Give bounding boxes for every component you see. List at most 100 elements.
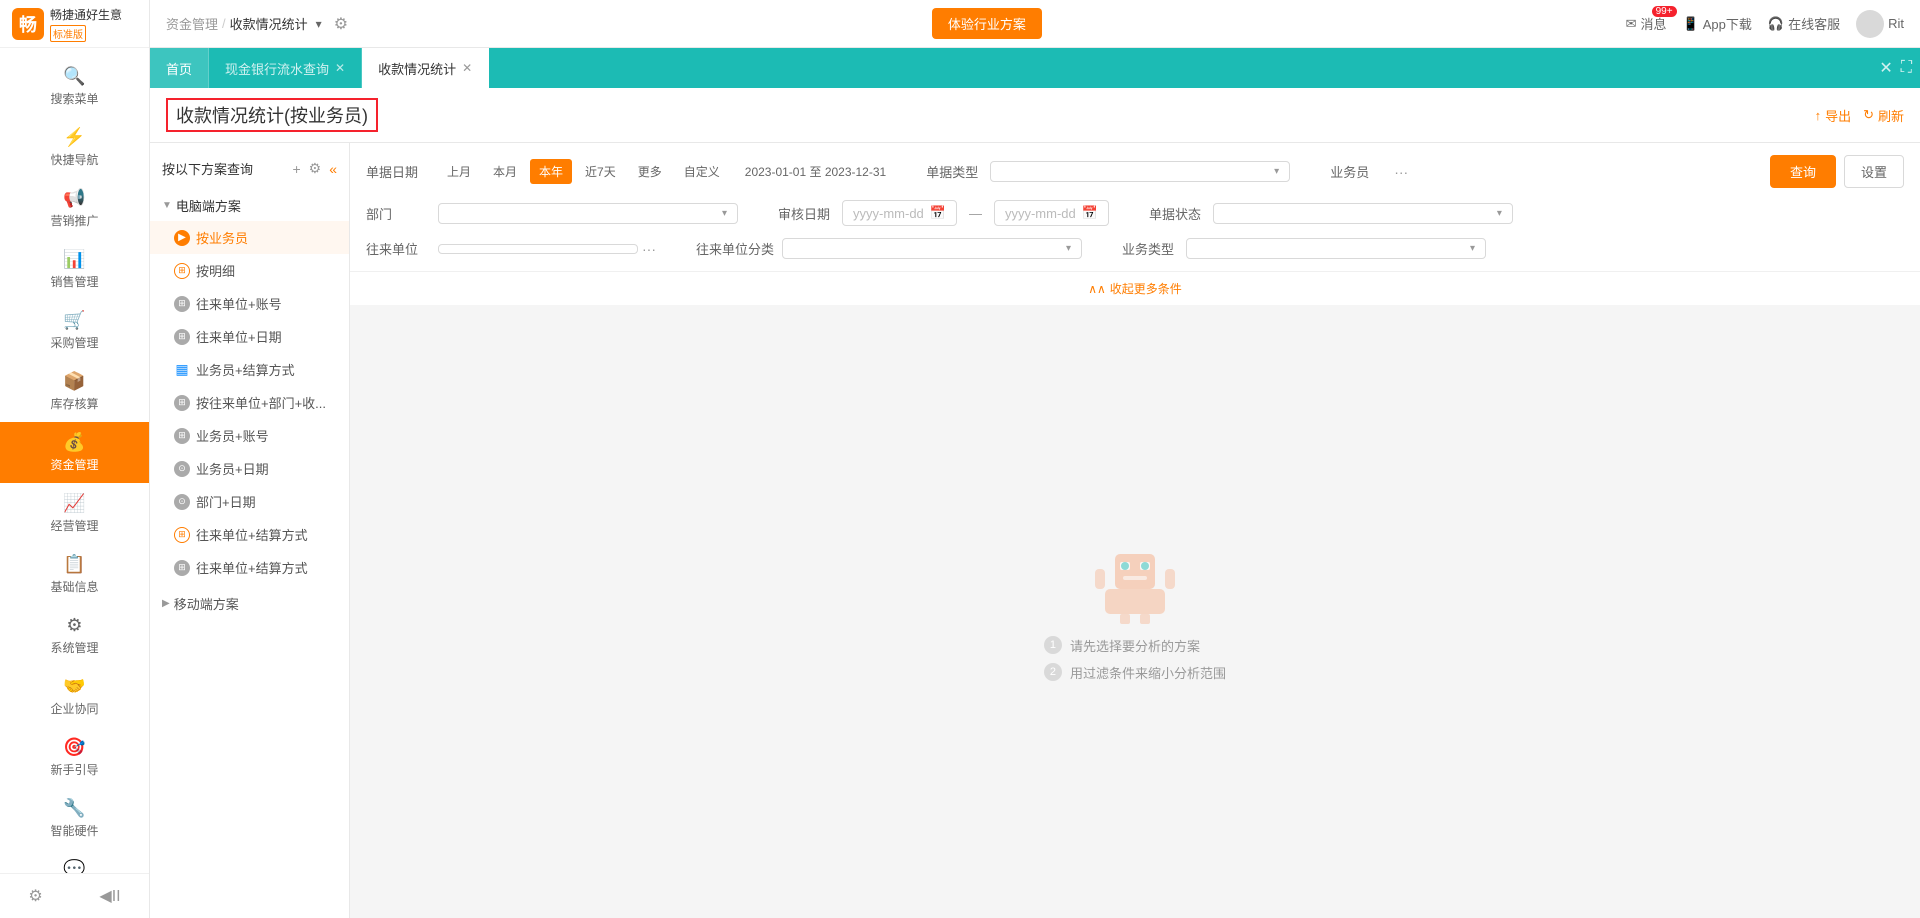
sidebar-item-sales[interactable]: 📊 销售管理 [0,239,149,300]
tree-item-by-staff[interactable]: ▶ 按业务员 [150,221,349,254]
sidebar: 畅 畅捷通好生意 标准版 🔍 搜索菜单 ⚡ 快捷导航 📢 营销推广 📊 销售管理… [0,0,150,918]
right-panel: 单据日期 上月 本月 本年 近7天 更多 自定义 2023-01-01 至 20… [350,143,1920,918]
tree-icon-staff-settle: ▦ [174,362,190,378]
footer-collapse-icon[interactable]: ◀II [99,886,120,906]
tree-item-staff-settle[interactable]: ▦ 业务员+结算方式 [150,353,349,386]
date-tab-last7[interactable]: 近7天 [576,159,625,184]
wechat-icon: 💬 [63,859,85,873]
tab-bank[interactable]: 现金银行流水查询 ✕ [209,48,362,88]
export-button[interactable]: ↑ 导出 [1815,106,1852,125]
header-gear-icon[interactable]: ⚙ [334,14,348,34]
hardware-icon: 🔧 [63,798,85,819]
sidebar-item-marketing[interactable]: 📢 营销推广 [0,178,149,239]
tab-bank-close-icon[interactable]: ✕ [335,61,345,75]
tree-label-partner-date: 往来单位+日期 [196,327,282,346]
panel-settings-icon[interactable]: ⚙ [309,160,322,177]
tree-item-staff-account[interactable]: ⊞ 业务员+账号 [150,419,349,452]
sidebar-item-hardware[interactable]: 🔧 智能硬件 [0,788,149,849]
user-area[interactable]: Rit [1856,10,1904,38]
collapse-bar[interactable]: ∧∧ 收起更多条件 [350,271,1920,305]
review-filter: 审核日期 yyyy-mm-dd 📅 — yyyy-mm-dd 📅 [778,200,1109,226]
sidebar-item-operation[interactable]: 📈 经营管理 [0,483,149,544]
staff-dots-icon[interactable]: ··· [1394,164,1408,180]
sidebar-label-system: 系统管理 [50,639,98,656]
sidebar-item-purchase[interactable]: 🛒 采购管理 [0,300,149,361]
sidebar-item-quick[interactable]: ⚡ 快捷导航 [0,117,149,178]
tree-item-partner-date[interactable]: ⊞ 往来单位+日期 [150,320,349,353]
sidebar-item-inventory[interactable]: 📦 库存核算 [0,361,149,422]
date-tab-this-month[interactable]: 本月 [484,159,526,184]
tree-item-partner-settle2[interactable]: ⊞ 往来单位+结算方式 [150,551,349,584]
tree-label-by-detail: 按明细 [196,261,235,280]
tree-label-unit-dept: 按往来单位+部门+收... [196,393,326,412]
logo-name: 畅捷通好生意 [50,6,122,23]
dept-label: 部门 [366,204,422,223]
message-button[interactable]: ✉ 消息 99+ [1626,14,1667,33]
sidebar-item-search[interactable]: 🔍 搜索菜单 [0,56,149,117]
partner-select[interactable] [438,244,638,254]
tree-item-partner-account[interactable]: ⊞ 往来单位+账号 [150,287,349,320]
finance-icon: 💰 [63,432,85,453]
tab-receipt-close-icon[interactable]: ✕ [462,61,472,75]
tree-label-partner-settle2: 往来单位+结算方式 [196,558,308,577]
sidebar-item-system[interactable]: ⚙ 系统管理 [0,605,149,666]
review-start-input[interactable]: yyyy-mm-dd 📅 [842,200,957,226]
tree-item-partner-settle1[interactable]: ⊞ 往来单位+结算方式 [150,518,349,551]
date-tab-custom[interactable]: 自定义 [675,159,729,184]
collapse-up-icon: ∧∧ [1088,282,1106,296]
panel-title: 按以下方案查询 [162,159,253,178]
date-tab-this-year[interactable]: 本年 [530,159,572,184]
inventory-icon: 📦 [63,371,85,392]
staff-input-area: ··· [1394,164,1408,180]
desktop-section-title[interactable]: ▼ 电脑端方案 [150,190,349,221]
dept-select[interactable]: ▾ [438,203,738,224]
panel-add-icon[interactable]: + [292,161,300,177]
date-tab-last-month[interactable]: 上月 [438,159,480,184]
tree-item-staff-date[interactable]: ⊙ 业务员+日期 [150,452,349,485]
partner-category-select[interactable]: ▾ [782,238,1082,259]
sidebar-item-corp[interactable]: 🤝 企业协同 [0,666,149,727]
tree-item-unit-dept[interactable]: ⊞ 按往来单位+部门+收... [150,386,349,419]
tree-item-dept-date[interactable]: ⊙ 部门+日期 [150,485,349,518]
calendar-start-icon: 📅 [930,205,946,221]
tree-label-partner-settle1: 往来单位+结算方式 [196,525,308,544]
category-select[interactable]: ▾ [990,161,1290,182]
tree-label-staff-settle: 业务员+结算方式 [196,360,295,379]
date-tab-more[interactable]: 更多 [629,159,671,184]
breadcrumb-text: 资金管理 [166,14,218,33]
tab-receipt-label: 收款情况统计 [378,59,456,78]
query-button[interactable]: 查询 [1770,155,1836,188]
header-left: 资金管理 / 收款情况统计 ▾ ⚙ [166,14,348,34]
app-download-button[interactable]: 📱 App下载 [1683,14,1752,33]
footer-settings-icon[interactable]: ⚙ [28,886,42,906]
refresh-button[interactable]: ↻ 刷新 [1863,106,1904,125]
marketing-icon: 📢 [63,188,85,209]
partner-label: 往来单位 [366,239,422,258]
settings-button[interactable]: 设置 [1844,155,1904,188]
logo-tag: 标准版 [50,25,86,42]
empty-step-1: 1 请先选择要分析的方案 [1044,636,1200,655]
biz-type-select[interactable]: ▾ [1186,238,1486,259]
sidebar-item-guide[interactable]: 🎯 新手引导 [0,727,149,788]
tab-home[interactable]: 首页 [150,48,209,88]
doc-status-chevron-icon: ▾ [1497,208,1502,219]
sidebar-item-basic[interactable]: 📋 基础信息 [0,544,149,605]
review-end-input[interactable]: yyyy-mm-dd 📅 [994,200,1109,226]
partner-dots-icon[interactable]: ··· [642,241,656,257]
user-avatar [1856,10,1884,38]
header-dropdown-icon[interactable]: ▾ [316,17,322,31]
tree-icon-staff-date: ⊙ [174,461,190,477]
mobile-section[interactable]: ▶ 移动端方案 [150,588,349,619]
doc-status-select[interactable]: ▾ [1213,203,1513,224]
tab-close-all-icon[interactable]: ✕ [1879,58,1892,78]
download-label: App下载 [1703,14,1752,33]
online-service-button[interactable]: 🎧 在线客服 [1768,14,1840,33]
panel-header: 按以下方案查询 + ⚙ « [150,151,349,186]
trial-button[interactable]: 体验行业方案 [932,8,1042,39]
tab-maximize-icon[interactable]: ⛶ [1901,59,1912,77]
tree-item-by-detail[interactable]: ⊞ 按明细 [150,254,349,287]
sidebar-item-finance[interactable]: 💰 资金管理 [0,422,149,483]
sidebar-item-wechat[interactable]: 💬 企业微信 [0,849,149,873]
tab-receipt[interactable]: 收款情况统计 ✕ [362,48,489,88]
panel-collapse-icon[interactable]: « [329,161,337,177]
